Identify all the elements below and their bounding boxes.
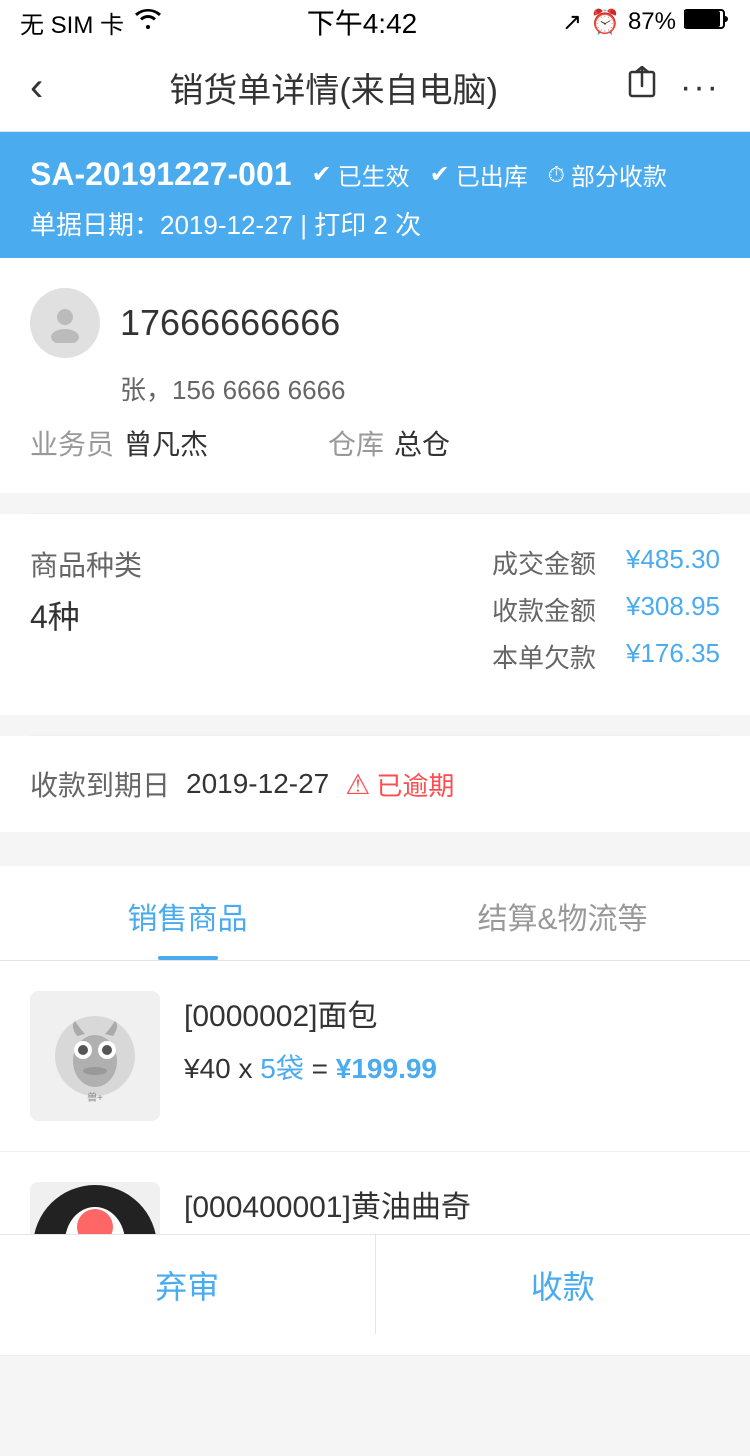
warehouse-label: 仓库 xyxy=(328,423,384,463)
confirm-button[interactable]: 收款 xyxy=(376,1235,750,1334)
received-label: 收款金额 xyxy=(492,591,596,628)
overdue-text: 已逾期 xyxy=(376,766,454,803)
price-eq-1: = xyxy=(312,1053,336,1084)
back-button[interactable]: ‹ xyxy=(30,65,43,110)
status-partial: ⏱ 部分收款 xyxy=(548,157,667,192)
owed-label: 本单欠款 xyxy=(492,638,596,675)
section-gap xyxy=(0,852,750,866)
status-active: 已生效 xyxy=(312,157,410,192)
product-image-1: 兽+ xyxy=(30,991,160,1121)
check-icon-1 xyxy=(312,160,332,189)
summary-left: 商品种类 4种 xyxy=(30,544,142,685)
header-banner: SA-20191227-001 已生效 已出库 ⏱ 部分收款 单据日期：2019… xyxy=(0,132,750,258)
clock-icon: ⏱ xyxy=(548,162,565,188)
nav-bar: ‹ 销货单详情(来自电脑) ··· xyxy=(0,44,750,132)
wifi-icon xyxy=(134,8,162,36)
price-x-1: x xyxy=(239,1053,261,1084)
tabs-section: 销售商品 结算&物流等 xyxy=(0,866,750,961)
warehouse-value: 总仓 xyxy=(394,423,450,463)
tab-sales-products[interactable]: 销售商品 xyxy=(0,866,375,960)
product-name-2: [000400001]黄油曲奇 xyxy=(184,1182,720,1226)
page-title: 销货单详情(来自电脑) xyxy=(169,63,498,112)
customer-phone: 17666666666 xyxy=(120,302,340,344)
overdue-icon: ⚠ xyxy=(345,768,370,801)
customer-name: 张，156 6666 6666 xyxy=(120,370,720,407)
product-types-value: 4种 xyxy=(30,599,80,635)
owed-value: ¥176.35 xyxy=(626,638,720,675)
product-name-1: [0000002]面包 xyxy=(184,991,720,1035)
due-section: 收款到期日 2019-12-27 ⚠ 已逾期 xyxy=(0,736,750,832)
doc-date: 单据日期：2019-12-27 | 打印 2 次 xyxy=(30,205,720,242)
order-number: SA-20191227-001 xyxy=(30,156,292,193)
overdue-badge: ⚠ 已逾期 xyxy=(345,766,454,803)
customer-section: 17666666666 张，156 6666 6666 业务员 曾凡杰 仓库 总… xyxy=(0,258,750,493)
product-item-1: 兽+ [0000002]面包 ¥40 x 5袋 = ¥199.99 xyxy=(0,961,750,1152)
battery-text: 87% xyxy=(628,8,676,36)
summary-right: 成交金额 ¥485.30 收款金额 ¥308.95 本单欠款 ¥176.35 xyxy=(492,544,720,685)
status-shipped: 已出库 xyxy=(430,157,528,192)
alarm-icon: ⏰ xyxy=(590,8,620,37)
product-info-1: [0000002]面包 ¥40 x 5袋 = ¥199.99 xyxy=(184,991,720,1121)
price-total-1: ¥199.99 xyxy=(336,1053,437,1084)
due-label: 收款到期日 xyxy=(30,764,170,804)
deal-amount-label: 成交金额 xyxy=(492,544,596,581)
customer-meta: 业务员 曾凡杰 仓库 总仓 xyxy=(30,423,720,463)
battery-icon xyxy=(684,8,730,37)
product-types-label: 商品种类 xyxy=(30,550,142,581)
price-base-1: ¥40 xyxy=(184,1053,231,1084)
check-icon-2 xyxy=(430,160,450,189)
bottom-spacer xyxy=(0,1356,750,1456)
signal-text: 无 SIM 卡 xyxy=(20,5,124,40)
tab-settlement[interactable]: 结算&物流等 xyxy=(375,866,750,960)
status-time: 下午4:42 xyxy=(307,2,418,42)
nav-actions: ··· xyxy=(624,66,720,110)
status-left: 无 SIM 卡 xyxy=(20,5,162,40)
more-icon[interactable]: ··· xyxy=(680,68,720,107)
location-icon: ↗ xyxy=(562,8,582,37)
svg-text:兽+: 兽+ xyxy=(87,1091,103,1104)
status-right: ↗ ⏰ 87% xyxy=(562,8,730,37)
summary-section: 商品种类 4种 成交金额 ¥485.30 收款金额 ¥308.95 本单欠款 ¥… xyxy=(0,514,750,715)
price-qty-1: 5袋 xyxy=(260,1053,304,1084)
salesperson-value: 曾凡杰 xyxy=(124,423,208,463)
due-date: 2019-12-27 xyxy=(186,768,329,800)
avatar xyxy=(30,288,100,358)
bottom-bar: 弃审 收款 xyxy=(0,1234,750,1334)
received-value: ¥308.95 xyxy=(626,591,720,628)
deal-amount-value: ¥485.30 xyxy=(626,544,720,581)
status-bar: 无 SIM 卡 下午4:42 ↗ ⏰ 87% xyxy=(0,0,750,44)
cancel-button[interactable]: 弃审 xyxy=(0,1235,376,1334)
product-price-1: ¥40 x 5袋 = ¥199.99 xyxy=(184,1047,720,1087)
salesperson-label: 业务员 xyxy=(30,423,114,463)
share-icon[interactable] xyxy=(624,66,660,110)
